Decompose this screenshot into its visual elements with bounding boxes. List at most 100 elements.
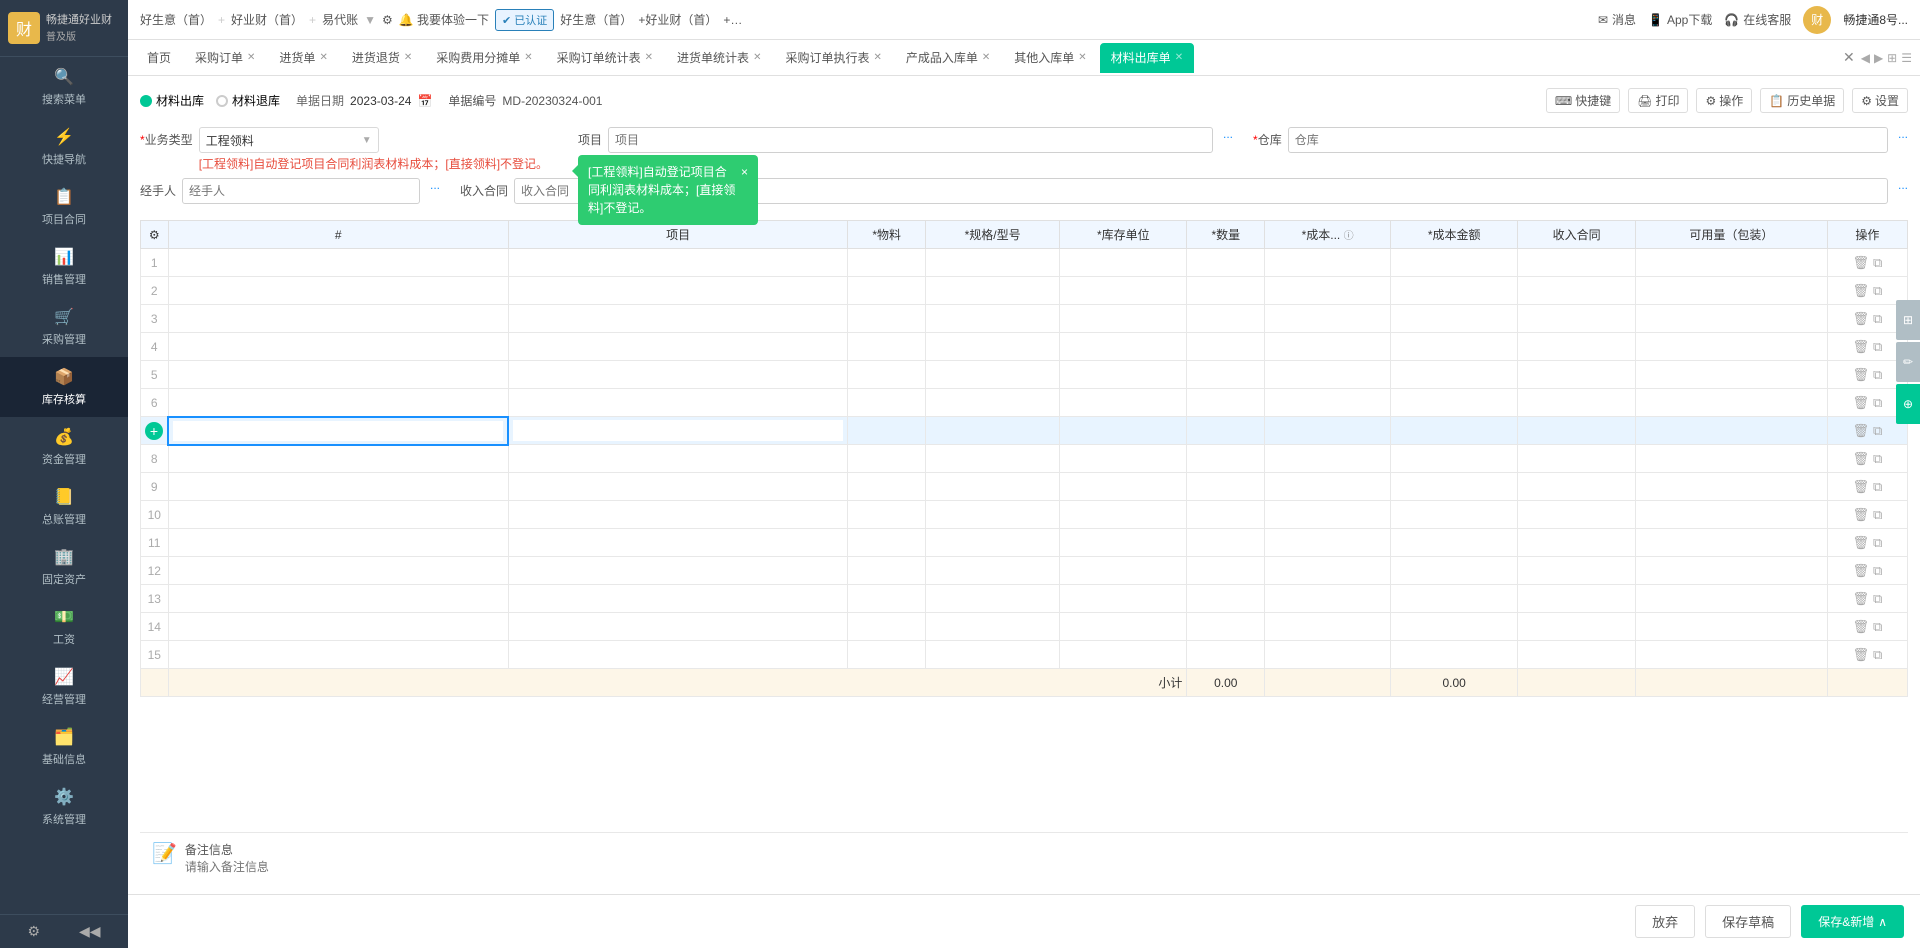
tab-goods-in[interactable]: 进货单✕ [268,43,338,73]
sidebar-item-basic[interactable]: 🗂️ 基础信息 [0,717,128,777]
right-edge-icon-3[interactable]: ⊕ [1896,384,1920,424]
warehouse-dots-icon[interactable]: ... [1894,127,1908,141]
row-delete-icon[interactable]: 🗑 [1853,479,1870,495]
row-copy-icon[interactable]: ⧉ [1873,423,1882,439]
row-copy-icon[interactable]: ⧉ [1873,283,1882,299]
row-copy-icon[interactable]: ⧉ [1873,255,1882,271]
warehouse-input[interactable] [1288,127,1888,153]
sidebar-item-ledger[interactable]: 📒 总账管理 [0,477,128,537]
business-type-select[interactable]: 工程领料 ▼ [199,127,379,153]
tab-goods-in-return[interactable]: 进货退货✕ [341,43,423,73]
settings-btn[interactable]: ⚙设置 [1852,88,1908,113]
row-copy-icon[interactable]: ⧉ [1873,451,1882,467]
handler-input[interactable] [182,178,420,204]
row-copy-icon[interactable]: ⧉ [1873,311,1882,327]
print-btn[interactable]: 🖨打印 [1628,88,1688,113]
discard-button[interactable]: 放弃 [1635,905,1695,938]
row-delete-icon[interactable]: 🗑 [1853,591,1870,607]
tab-other-in[interactable]: 其他入库单✕ [1003,43,1097,73]
save-new-button[interactable]: 保存&新增 ∧ [1801,905,1904,938]
row-copy-icon[interactable]: ⧉ [1873,367,1882,383]
row-copy-icon[interactable]: ⧉ [1873,647,1882,663]
row-delete-icon[interactable]: 🗑 [1853,507,1870,523]
tab-close-product-in[interactable]: ✕ [982,52,990,63]
topbar-link-haoyecai2[interactable]: +好业财（首） [638,11,717,28]
tab-home[interactable]: 首页 [136,43,182,73]
row-copy-icon[interactable]: ⧉ [1873,339,1882,355]
sidebar-item-salary[interactable]: 💵 工资 [0,597,128,657]
topbar-online-service[interactable]: 🎧 在线客服 [1724,11,1791,28]
row-delete-icon[interactable]: 🗑 [1853,255,1870,271]
th-settings[interactable]: ⚙ [141,221,169,249]
topbar-more[interactable]: +… [723,13,742,27]
row-delete-icon[interactable]: 🗑 [1853,283,1870,299]
row-delete-icon[interactable]: 🗑 [1853,423,1870,439]
tab-close-purchase-stats[interactable]: ✕ [645,52,653,63]
right-edge-icon-2[interactable]: ✏ [1896,342,1920,382]
sidebar-item-inventory[interactable]: 📦 库存核算 [0,357,128,417]
tab-prev-icon[interactable]: ◀ [1861,51,1870,65]
right-edge-icon-1[interactable]: ⊞ [1896,300,1920,340]
row-copy-icon[interactable]: ⧉ [1873,619,1882,635]
topbar-link-shengyi[interactable]: 好生意（首） [140,11,212,28]
shortcut-key-btn[interactable]: ⌨快捷键 [1546,88,1620,113]
tab-close-purchase-expense[interactable]: ✕ [524,52,532,63]
settings-bottom-icon[interactable]: ⚙ [27,923,40,940]
radio-material-out[interactable]: 材料出库 [140,92,204,109]
row-copy-icon[interactable]: ⧉ [1873,591,1882,607]
tab-purchase-order[interactable]: 采购订单✕ [184,43,266,73]
tab-product-in[interactable]: 产成品入库单✕ [895,43,1001,73]
topbar-link-haoyecai[interactable]: 好业财（首） [231,11,303,28]
tab-close-goods-in[interactable]: ✕ [319,52,327,63]
tab-goods-in-stats[interactable]: 进货单统计表✕ [666,43,772,73]
row-copy-icon[interactable]: ⧉ [1873,507,1882,523]
tab-close-goods-in-return[interactable]: ✕ [404,52,412,63]
sidebar-item-assets[interactable]: 🏢 固定资产 [0,537,128,597]
row-delete-icon[interactable]: 🗑 [1853,339,1870,355]
tabbar-close-all[interactable]: ✕ [1843,49,1855,66]
sidebar-item-project[interactable]: 📋 项目合同 [0,177,128,237]
radio-material-return[interactable]: 材料退库 [216,92,280,109]
history-btn[interactable]: 📋历史单据 [1760,88,1844,113]
row-delete-icon[interactable]: 🗑 [1853,647,1870,663]
tooltip-close-btn[interactable]: × [741,163,748,181]
tab-purchase-expense[interactable]: 采购费用分摊单✕ [425,43,543,73]
topbar-message[interactable]: ✉ 消息 [1598,11,1636,28]
tab-close-goods-in-stats[interactable]: ✕ [753,52,761,63]
project-input[interactable] [608,127,1213,153]
operation-btn[interactable]: ⚙操作 [1696,88,1752,113]
project-dots-icon[interactable]: ... [1219,127,1233,141]
row-delete-icon[interactable]: 🗑 [1853,367,1870,383]
row-delete-icon[interactable]: 🗑 [1853,311,1870,327]
sidebar-item-system[interactable]: ⚙️ 系统管理 [0,777,128,837]
sidebar-item-operations[interactable]: 📈 经营管理 [0,657,128,717]
tab-close-other-in[interactable]: ✕ [1078,52,1086,63]
tab-material-out[interactable]: 材料出库单✕ [1100,43,1194,73]
tab-purchase-stats[interactable]: 采购订单统计表✕ [546,43,664,73]
collapse-icon[interactable]: ◀◀ [79,923,101,940]
row-delete-icon[interactable]: 🗑 [1853,395,1870,411]
sidebar-item-sales[interactable]: 📊 销售管理 [0,237,128,297]
tab-list-icon[interactable]: ☰ [1901,51,1912,65]
tab-close-purchase-order[interactable]: ✕ [247,52,255,63]
topbar-link-shengyi2[interactable]: 好生意（首） [560,11,632,28]
tab-purchase-exec[interactable]: 采购订单执行表✕ [774,43,892,73]
tab-close-purchase-exec[interactable]: ✕ [873,52,881,63]
cell-input-material[interactable] [513,420,843,441]
row-delete-icon[interactable]: 🗑 [1853,563,1870,579]
topbar-dropdown-icon[interactable]: ▼ [364,13,376,27]
topbar-link-yidaizhang[interactable]: 易代账 [322,11,358,28]
sidebar-item-search[interactable]: 🔍 搜索菜单 [0,57,128,117]
tab-close-material-out[interactable]: ✕ [1175,52,1183,63]
topbar-experience[interactable]: 🔔 我要体验一下 [399,11,489,28]
income-contract-dots-icon[interactable]: ... [1894,178,1908,192]
topbar-app-download[interactable]: 📱 App下载 [1648,11,1712,28]
row-delete-icon[interactable]: 🗑 [1853,451,1870,467]
sidebar-item-finance[interactable]: 💰 资金管理 [0,417,128,477]
row-delete-icon[interactable]: 🗑 [1853,619,1870,635]
add-row-btn[interactable]: + [145,422,163,440]
row-copy-icon[interactable]: ⧉ [1873,479,1882,495]
sidebar-item-shortcut[interactable]: ⚡ 快捷导航 [0,117,128,177]
handler-dots-icon[interactable]: ... [426,178,440,192]
row-copy-icon[interactable]: ⧉ [1873,395,1882,411]
